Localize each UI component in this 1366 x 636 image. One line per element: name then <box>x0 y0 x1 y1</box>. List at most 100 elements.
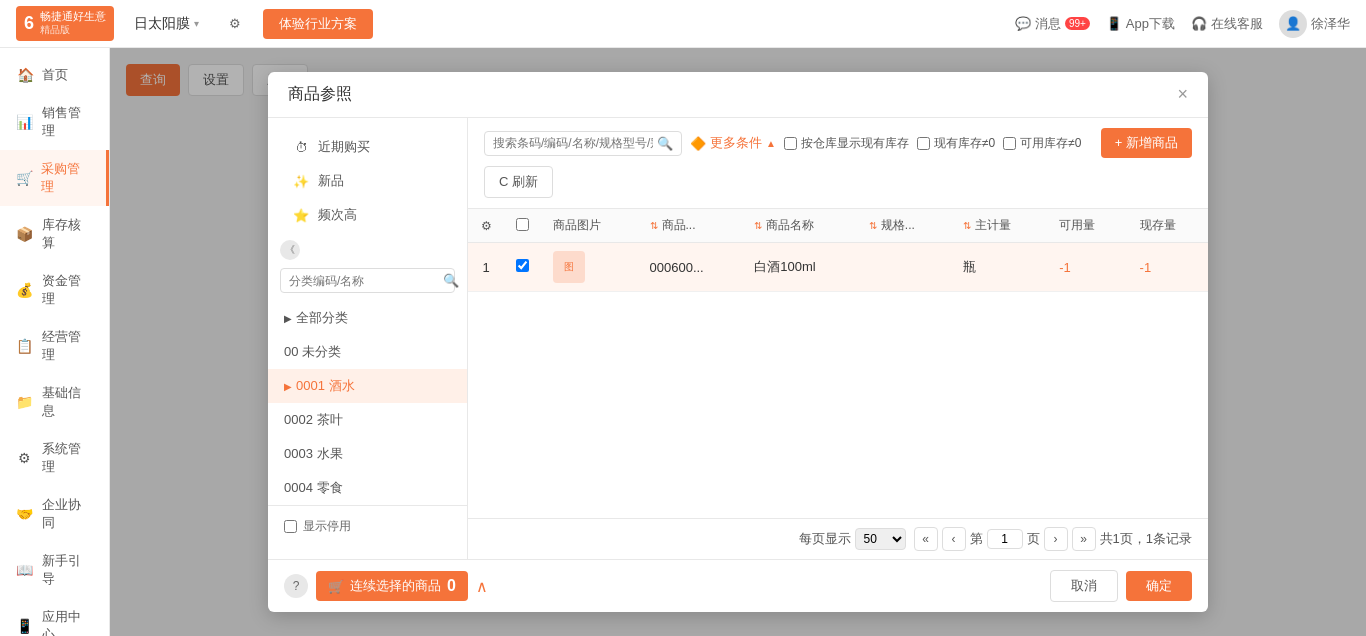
operations-icon: 📋 <box>16 337 34 355</box>
nav-item-frequent[interactable]: ⭐ 频次高 <box>280 198 455 232</box>
table-row[interactable]: 1 图 000600... 白酒100ml <box>468 243 1208 292</box>
product-search-input[interactable] <box>493 136 653 150</box>
next-page-btn[interactable]: › <box>1044 527 1068 551</box>
add-product-btn[interactable]: + 新增商品 <box>1101 128 1192 158</box>
checkbox-stock[interactable]: 按仓库显示现有库存 <box>784 135 909 152</box>
dialog-title: 商品参照 <box>288 84 352 105</box>
category-item-snack[interactable]: 0004 零食 <box>268 471 467 505</box>
th-name[interactable]: ⇅ 商品名称 <box>742 209 856 243</box>
stock-checkbox[interactable] <box>784 137 797 150</box>
category-item-all[interactable]: ▶ 全部分类 <box>268 301 467 335</box>
user-profile[interactable]: 👤 徐泽华 <box>1279 10 1350 38</box>
th-name-label: 商品名称 <box>766 217 814 234</box>
row-checkbox[interactable] <box>516 259 529 272</box>
page-nav: « ‹ 第 页 › » 共1页，1条记录 <box>914 527 1192 551</box>
category-label-tea: 0002 茶叶 <box>284 411 343 429</box>
cart-icon: 🛒 <box>328 579 344 594</box>
confirm-btn[interactable]: 确定 <box>1126 571 1192 601</box>
show-disabled[interactable]: 显示停用 <box>268 505 467 547</box>
th-image-label: 商品图片 <box>553 217 601 234</box>
sidebar-item-app-center[interactable]: 📱 应用中心 <box>0 598 109 636</box>
dialog-header: 商品参照 × <box>268 72 1208 118</box>
th-stock-label: 现存量 <box>1140 217 1176 234</box>
category-item-liquor[interactable]: ▶ 0001 酒水 <box>268 369 467 403</box>
nav-label-new: 新品 <box>318 172 344 190</box>
app-download-item[interactable]: 📱 App下载 <box>1106 15 1175 33</box>
cart-label: 连续选择的商品 <box>350 577 441 595</box>
right-panel: 🔍 🔶 更多条件 ▲ 按仓库显示现有库存 <box>468 118 1208 559</box>
right-toolbar: 🔍 🔶 更多条件 ▲ 按仓库显示现有库存 <box>468 118 1208 209</box>
headset-icon: 🎧 <box>1191 16 1207 31</box>
notification-label: 消息 <box>1035 15 1061 33</box>
left-panel-nav: ⏱ 近期购买 ✨ 新品 ⭐ 频次高 <box>268 130 467 232</box>
sidebar-label-basic-info: 基础信息 <box>42 384 93 420</box>
sidebar-item-operations[interactable]: 📋 经营管理 <box>0 318 109 374</box>
sidebar-label-app-center: 应用中心 <box>42 608 93 636</box>
sidebar-item-guide[interactable]: 📖 新手引导 <box>0 542 109 598</box>
collapse-btn[interactable]: 《 <box>280 240 300 260</box>
th-settings[interactable]: ⚙ <box>468 209 504 243</box>
nav-label-recent: 近期购买 <box>318 138 370 156</box>
dialog: 商品参照 × ⏱ 近期购买 ✨ 新品 <box>268 72 1208 612</box>
select-all-checkbox[interactable] <box>516 218 529 231</box>
store-selector[interactable]: 日太阳膜 ▾ <box>126 11 207 37</box>
search-icon[interactable]: 🔍 <box>657 136 673 151</box>
category-search-icon[interactable]: 🔍 <box>443 273 459 288</box>
last-page-btn[interactable]: » <box>1072 527 1096 551</box>
category-search-input[interactable] <box>289 274 439 288</box>
sidebar-item-home[interactable]: 🏠 首页 <box>0 56 109 94</box>
settings-icon[interactable]: ⚙ <box>219 8 251 40</box>
dialog-body: ⏱ 近期购买 ✨ 新品 ⭐ 频次高 《 <box>268 118 1208 559</box>
sidebar-item-enterprise[interactable]: 🤝 企业协同 <box>0 486 109 542</box>
product-search-box[interactable]: 🔍 <box>484 131 682 156</box>
sidebar-item-purchase[interactable]: 🛒 采购管理 <box>0 150 109 206</box>
page-size-selector[interactable]: 每页显示 10 20 50 100 <box>799 528 906 550</box>
filter-chevron-icon: ▲ <box>766 138 776 149</box>
sidebar-label-finance: 资金管理 <box>42 272 93 308</box>
sidebar-item-inventory[interactable]: 📦 库存核算 <box>0 206 109 262</box>
cancel-btn[interactable]: 取消 <box>1050 570 1118 602</box>
new-icon: ✨ <box>292 172 310 190</box>
sidebar-item-sales[interactable]: 📊 销售管理 <box>0 94 109 150</box>
sidebar-item-system[interactable]: ⚙ 系统管理 <box>0 430 109 486</box>
sidebar-label-purchase: 采购管理 <box>41 160 90 196</box>
category-label-snack: 0004 零食 <box>284 479 343 497</box>
experience-btn[interactable]: 体验行业方案 <box>263 9 373 39</box>
usable-checkbox[interactable] <box>1003 137 1016 150</box>
sidebar: 🏠 首页 📊 销售管理 🛒 采购管理 📦 库存核算 💰 资金管理 📋 经营管理 … <box>0 48 110 636</box>
prev-page-btn[interactable]: ‹ <box>942 527 966 551</box>
th-checkbox[interactable] <box>504 209 541 243</box>
nav-item-recent[interactable]: ⏱ 近期购买 <box>280 130 455 164</box>
checkbox-available[interactable]: 现有库存≠0 <box>917 135 995 152</box>
sidebar-label-operations: 经营管理 <box>42 328 93 364</box>
sort-icon-code: ⇅ <box>650 220 658 231</box>
show-disabled-checkbox[interactable] <box>284 520 297 533</box>
refresh-btn[interactable]: C 刷新 <box>484 166 553 198</box>
category-item-tea[interactable]: 0002 茶叶 <box>268 403 467 437</box>
first-page-btn[interactable]: « <box>914 527 938 551</box>
sidebar-item-basic-info[interactable]: 📁 基础信息 <box>0 374 109 430</box>
filter-btn[interactable]: 🔶 更多条件 ▲ <box>690 134 776 152</box>
th-spec[interactable]: ⇅ 规格... <box>857 209 951 243</box>
category-search-box[interactable]: 🔍 <box>280 268 455 293</box>
th-unit-label: 主计量 <box>975 217 1011 234</box>
th-code[interactable]: ⇅ 商品... <box>638 209 743 243</box>
sidebar-item-finance[interactable]: 💰 资金管理 <box>0 262 109 318</box>
column-settings-icon[interactable]: ⚙ <box>481 219 492 233</box>
nav-item-new[interactable]: ✨ 新品 <box>280 164 455 198</box>
online-service-item[interactable]: 🎧 在线客服 <box>1191 15 1263 33</box>
cart-btn[interactable]: 🛒 连续选择的商品 0 <box>316 571 468 601</box>
page-input[interactable] <box>987 529 1023 549</box>
collapse-icon[interactable]: ∧ <box>476 577 488 596</box>
cell-checkbox[interactable] <box>504 243 541 292</box>
help-icon[interactable]: ? <box>284 574 308 598</box>
th-unit[interactable]: ⇅ 主计量 <box>951 209 1048 243</box>
notification-item[interactable]: 💬 消息 99+ <box>1015 15 1090 33</box>
checkbox-usable[interactable]: 可用库存≠0 <box>1003 135 1081 152</box>
available-checkbox[interactable] <box>917 137 930 150</box>
sidebar-label-home: 首页 <box>42 66 68 84</box>
per-page-select[interactable]: 10 20 50 100 <box>855 528 906 550</box>
category-item-uncategorized[interactable]: 00 未分类 <box>268 335 467 369</box>
category-item-fruit[interactable]: 0003 水果 <box>268 437 467 471</box>
dialog-close-btn[interactable]: × <box>1177 84 1188 105</box>
